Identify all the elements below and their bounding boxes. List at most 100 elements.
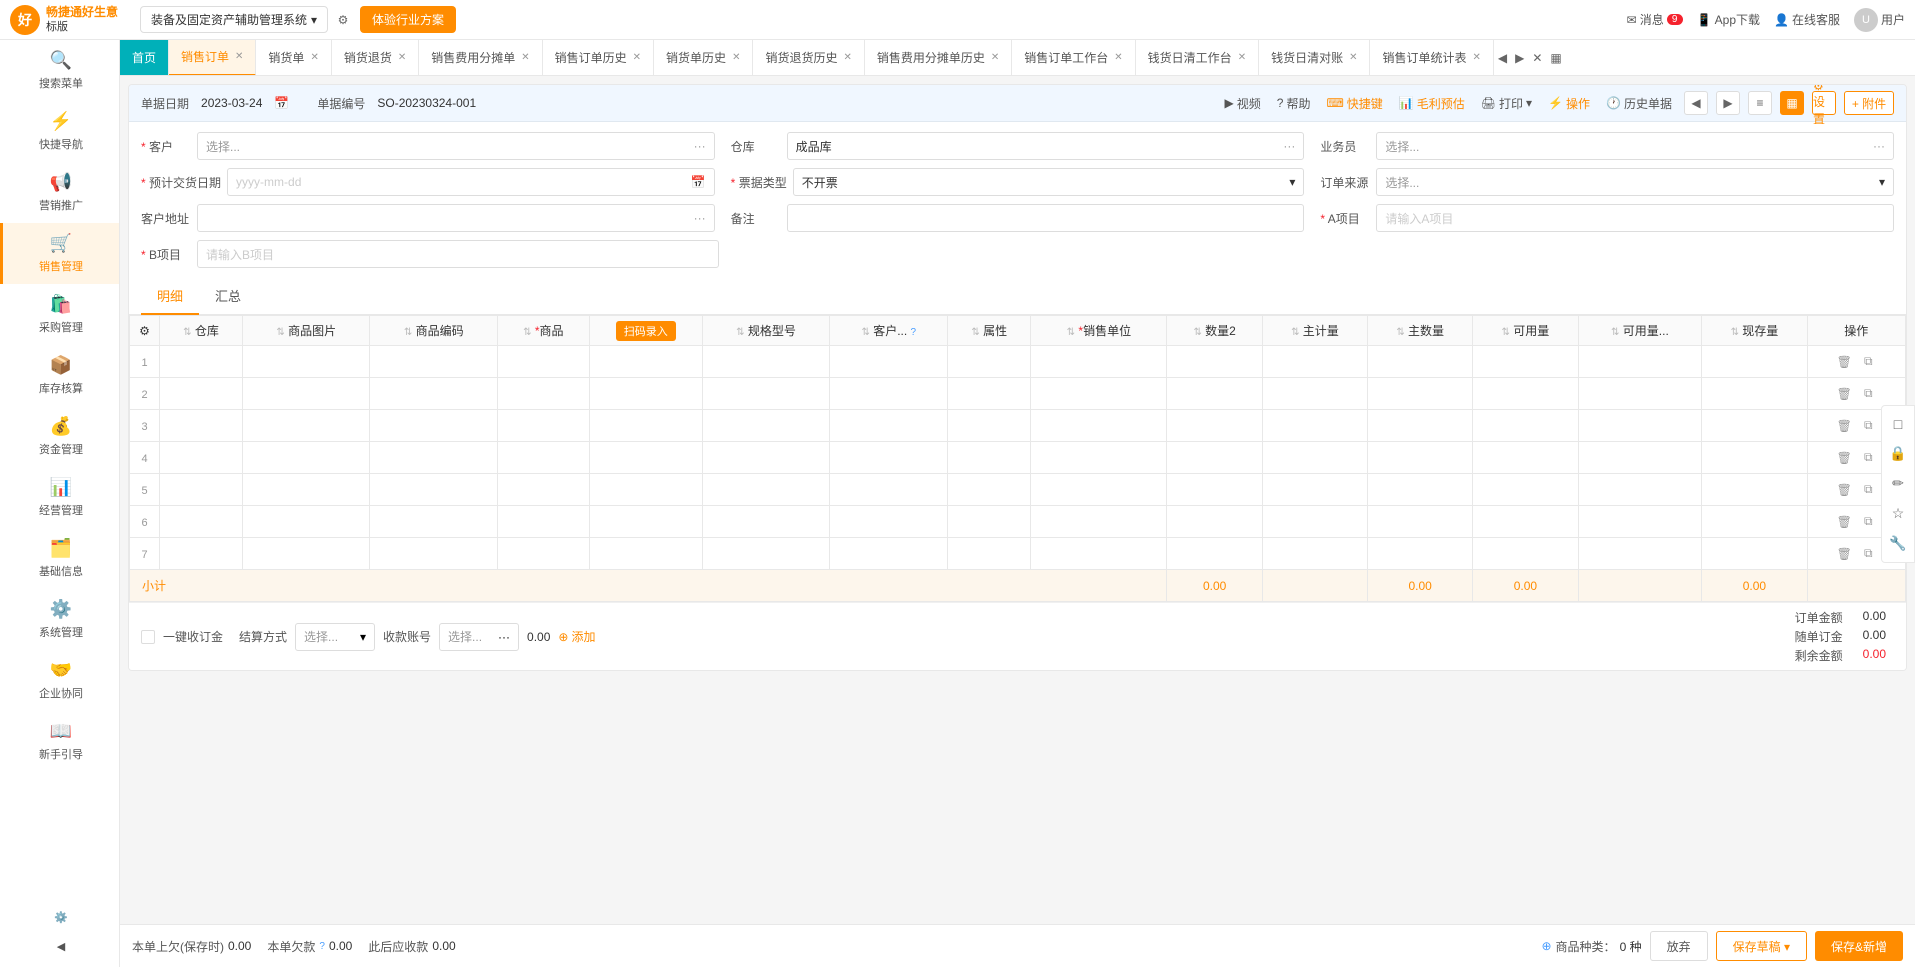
online-service-item[interactable]: 👤 在线客服 <box>1774 11 1840 28</box>
sidebar-item-marketing[interactable]: 📢 营销推广 <box>0 162 119 223</box>
tab-close-icon[interactable]: ✕ <box>521 52 529 63</box>
th-main-unit[interactable]: ⇅ 主计量 <box>1262 316 1367 346</box>
tab-close-icon[interactable]: ✕ <box>310 52 318 63</box>
tab-summary[interactable]: 汇总 <box>199 278 257 315</box>
system-selector[interactable]: 装备及固定资产辅助管理系统 ▾ <box>140 6 328 33</box>
row-copy-btn[interactable]: ⧉ <box>1858 384 1878 404</box>
th-main-qty[interactable]: ⇅ 主数量 <box>1368 316 1473 346</box>
th-qty2[interactable]: ⇅ 数量2 <box>1167 316 1262 346</box>
tab-close-icon[interactable]: ✕ <box>398 52 406 63</box>
tab-delivery-history[interactable]: 销货单历史 ✕ <box>654 40 753 76</box>
sidebar-item-guide[interactable]: 📖 新手引导 <box>0 711 119 772</box>
tab-sales-delivery[interactable]: 销货单 ✕ <box>256 40 331 76</box>
customer-input[interactable]: 选择... ··· <box>197 132 715 160</box>
row-delete-btn[interactable]: 🗑 <box>1834 352 1854 372</box>
tab-close-icon[interactable]: ✕ <box>235 51 243 62</box>
row-copy-btn[interactable]: ⧉ <box>1858 448 1878 468</box>
tab-cash-reconcile[interactable]: 钱货日清对账 ✕ <box>1259 40 1370 76</box>
float-btn-1[interactable]: □ <box>1884 410 1912 438</box>
th-stock[interactable]: ⇅ 现存量 <box>1702 316 1807 346</box>
nav-prev-btn[interactable]: ◀ <box>1684 91 1708 115</box>
sidebar-item-operations[interactable]: 📊 经营管理 <box>0 467 119 528</box>
customer-address-input[interactable]: ··· <box>197 204 715 232</box>
tab-home[interactable]: 首页 <box>120 40 169 76</box>
account-select[interactable]: 选择... ··· <box>439 623 519 651</box>
float-btn-star[interactable]: ☆ <box>1884 500 1912 528</box>
tabs-nav-left[interactable]: ◀ <box>1494 51 1511 65</box>
sidebar-item-inventory[interactable]: 📦 库存核算 <box>0 345 119 406</box>
sidebar-item-purchase[interactable]: 🛍️ 采购管理 <box>0 284 119 345</box>
add-payment-btn[interactable]: ⊕ 添加 <box>558 628 595 645</box>
add-attachment-btn[interactable]: + 附件 <box>1844 91 1894 115</box>
tab-sales-return[interactable]: 销货退货 ✕ <box>332 40 419 76</box>
message-item[interactable]: ✉ 消息 9 <box>1627 11 1683 28</box>
row-copy-btn[interactable]: ⧉ <box>1858 480 1878 500</box>
th-available[interactable]: ⇅ 可用量 <box>1473 316 1578 346</box>
sidebar-item-sales[interactable]: 🛒 销售管理 <box>0 223 119 284</box>
sidebar-collapse-btn[interactable]: ◀ <box>50 936 69 957</box>
row-copy-btn[interactable]: ⧉ <box>1858 352 1878 372</box>
help-btn[interactable]: ? 帮助 <box>1273 93 1315 114</box>
salesman-input[interactable]: 选择... ··· <box>1376 132 1894 160</box>
th-available2[interactable]: ⇅ 可用量... <box>1578 316 1702 346</box>
sidebar-item-enterprise[interactable]: 🤝 企业协同 <box>0 650 119 711</box>
sidebar-item-basic[interactable]: 🗂️ 基础信息 <box>0 528 119 589</box>
save-draft-button[interactable]: 保存草稿 ▾ <box>1716 931 1807 961</box>
tab-close-icon[interactable]: ✕ <box>633 52 641 63</box>
calendar-icon[interactable]: 📅 <box>274 96 289 110</box>
row-delete-btn[interactable]: 🗑 <box>1834 544 1854 564</box>
form-view-btn[interactable]: ▦ <box>1780 91 1804 115</box>
row-delete-btn[interactable]: 🗑 <box>1834 512 1854 532</box>
th-code[interactable]: ⇅ 商品编码 <box>370 316 498 346</box>
history-btn[interactable]: 🕐 历史单据 <box>1602 93 1676 114</box>
tab-sales-stats[interactable]: 销售订单统计表 ✕ <box>1370 40 1493 76</box>
tab-close-icon[interactable]: ✕ <box>991 52 999 63</box>
nav-next-btn[interactable]: ▶ <box>1716 91 1740 115</box>
row-copy-btn[interactable]: ⧉ <box>1858 512 1878 532</box>
row-delete-btn[interactable]: 🗑 <box>1834 416 1854 436</box>
sidebar-item-finance[interactable]: 💰 资金管理 <box>0 406 119 467</box>
video-btn[interactable]: ▶ 视频 <box>1221 93 1265 114</box>
row-copy-btn[interactable]: ⧉ <box>1858 544 1878 564</box>
save-new-button[interactable]: 保存&新增 <box>1815 931 1903 961</box>
sidebar-settings-btn[interactable]: ⚙️ <box>47 907 72 928</box>
tabs-nav-menu[interactable]: ▦ <box>1546 51 1565 65</box>
row-copy-btn[interactable]: ⧉ <box>1858 416 1878 436</box>
th-image[interactable]: ⇅ 商品图片 <box>242 316 370 346</box>
th-cust-code[interactable]: ⇅ 客户... ? <box>830 316 948 346</box>
sidebar-item-quicknav[interactable]: ⚡ 快捷导航 <box>0 101 119 162</box>
th-warehouse[interactable]: ⇅ 仓库 <box>160 316 243 346</box>
tab-close-icon[interactable]: ✕ <box>1473 52 1481 63</box>
tab-close-icon[interactable]: ✕ <box>843 52 851 63</box>
settings-icon[interactable]: ⚙ <box>334 11 352 29</box>
profit-btn[interactable]: 📊 毛利预估 <box>1395 93 1469 114</box>
row-delete-btn[interactable]: 🗑 <box>1834 384 1854 404</box>
shortcut-btn[interactable]: ⌨ 快捷键 <box>1322 93 1386 114</box>
payment-method-select[interactable]: 选择... ▾ <box>295 623 375 651</box>
th-attr[interactable]: ⇅ 属性 <box>948 316 1031 346</box>
row-delete-btn[interactable]: 🗑 <box>1834 448 1854 468</box>
discard-button[interactable]: 放弃 <box>1650 931 1708 961</box>
th-settings[interactable]: ⚙ <box>130 316 160 346</box>
tab-close-icon[interactable]: ✕ <box>732 52 740 63</box>
tabs-nav-close[interactable]: ✕ <box>1528 51 1546 65</box>
sidebar-item-search[interactable]: 🔍 搜索菜单 <box>0 40 119 101</box>
tab-close-icon[interactable]: ✕ <box>1349 52 1357 63</box>
row-delete-btn[interactable]: 🗑 <box>1834 480 1854 500</box>
tab-close-icon[interactable]: ✕ <box>1238 52 1246 63</box>
settings-right-btn[interactable]: ⚙ 设置 <box>1812 91 1836 115</box>
user-item[interactable]: U 用户 <box>1854 8 1905 32</box>
tab-sales-order-history[interactable]: 销售订单历史 ✕ <box>543 40 654 76</box>
th-scan[interactable]: 扫码录入 <box>589 316 702 346</box>
float-btn-lock[interactable]: 🔒 <box>1884 440 1912 468</box>
solution-button[interactable]: 体验行业方案 <box>360 6 456 33</box>
tabs-nav-right[interactable]: ▶ <box>1511 51 1528 65</box>
sidebar-item-system[interactable]: ⚙️ 系统管理 <box>0 589 119 650</box>
delivery-date-input[interactable]: yyyy-mm-dd 📅 <box>227 168 715 196</box>
operations-btn[interactable]: ⚡ 操作 <box>1544 93 1594 114</box>
tab-close-icon[interactable]: ✕ <box>1114 52 1122 63</box>
tab-sales-expense[interactable]: 销售费用分摊单 ✕ <box>419 40 542 76</box>
tab-cash-workbench[interactable]: 钱货日清工作台 ✕ <box>1136 40 1259 76</box>
scan-btn[interactable]: 扫码录入 <box>616 321 676 341</box>
app-download-item[interactable]: 📱 App下载 <box>1697 11 1760 28</box>
